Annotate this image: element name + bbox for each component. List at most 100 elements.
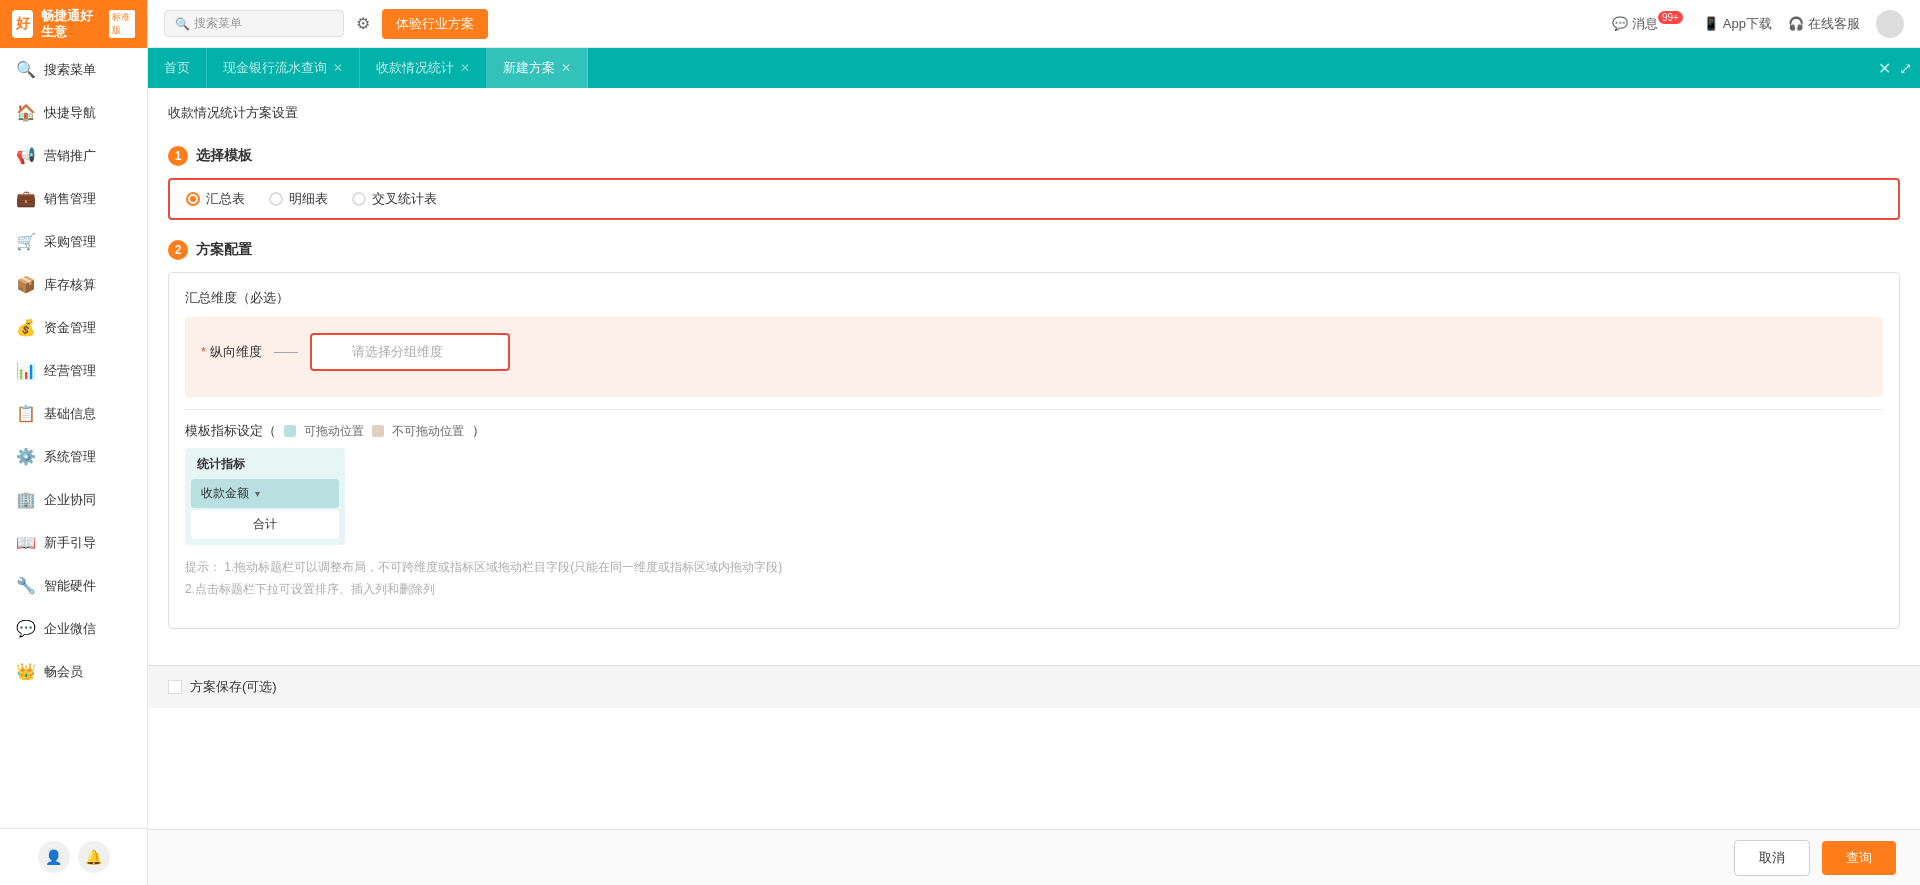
- metrics-header: 模板指标设定（ 可拖动位置 不可拖动位置 ）: [185, 422, 1883, 440]
- user-avatar[interactable]: [1876, 10, 1904, 38]
- step1-number: 1: [168, 146, 188, 166]
- sidebar-item-7[interactable]: 📊经营管理: [0, 349, 147, 392]
- tab-1[interactable]: 现金银行流水查询 ✕: [207, 48, 360, 88]
- sidebar-item-5[interactable]: 📦 库存核算: [0, 263, 147, 306]
- content-area: 收款情况统计方案设置 1 选择模板 汇总表 明细表: [148, 88, 1920, 829]
- sidebar-icon-3: 💼: [16, 189, 36, 208]
- sidebar-icon-0: 🔍: [16, 60, 36, 79]
- step2-header: 2 方案配置: [168, 240, 1900, 260]
- close-window-icon[interactable]: ✕: [1878, 59, 1891, 78]
- sidebar-label-3: 销售管理: [44, 190, 96, 208]
- metrics-table: 统计指标 收款金额 ▾ 合计: [185, 448, 345, 545]
- sidebar-nav: 🔍搜索菜单 🏠 快捷导航 📢营销推广 💼 销售管理 🛒采购管理 📦 库存核算 💰资金管理📊经营管理…: [0, 48, 147, 828]
- cancel-button[interactable]: 取消: [1734, 840, 1810, 876]
- sidebar-label-9: 系统管理: [44, 448, 96, 466]
- step2-title: 方案配置: [196, 241, 252, 259]
- tab-close-2[interactable]: ✕: [460, 61, 470, 75]
- sidebar-icon-11: 📖: [16, 533, 36, 552]
- sidebar-label-13: 企业微信: [44, 620, 96, 638]
- tab-close-3[interactable]: ✕: [561, 61, 571, 75]
- settings-icon[interactable]: ⚙: [356, 14, 370, 33]
- sidebar-footer: 👤 🔔: [0, 828, 147, 885]
- tab-0[interactable]: 首页: [148, 48, 207, 88]
- edition-badge: 标准版: [109, 10, 136, 38]
- save-checkbox[interactable]: [168, 680, 182, 694]
- sidebar-icon-8: 📋: [16, 404, 36, 423]
- sidebar-item-8[interactable]: 📋 基础信息: [0, 392, 147, 435]
- hint-area: 提示： 1.拖动标题栏可以调整布局，不可跨维度或指标区域拖动栏目字段(只能在同一…: [185, 545, 1883, 612]
- sidebar-item-6[interactable]: 💰资金管理: [0, 306, 147, 349]
- tabbar: 首页 现金银行流水查询 ✕ 收款情况统计 ✕ 新建方案 ✕ ✕ ⤢: [148, 48, 1920, 88]
- topbar: 🔍 搜索菜单 ⚙ 体验行业方案 💬 消息 99+ 📱 App下载 🎧 在线客服: [148, 0, 1920, 48]
- sidebar-item-1[interactable]: 🏠 快捷导航: [0, 91, 147, 134]
- sidebar-label-7: 经营管理: [44, 362, 96, 380]
- sidebar: 好 畅捷通好生意 标准版 🔍搜索菜单🏠快捷导航📢营销推广💼销售管理🛒采购管理📦库…: [0, 0, 148, 885]
- radio-dot-cross: [352, 192, 366, 206]
- sidebar-label-14: 畅会员: [44, 663, 83, 681]
- radio-cross[interactable]: 交叉统计表: [352, 190, 437, 208]
- solution-button[interactable]: 体验行业方案: [382, 9, 488, 39]
- tab-label-2: 收款情况统计: [376, 59, 454, 77]
- query-button[interactable]: 查询: [1822, 841, 1896, 875]
- radio-detail-label: 明细表: [289, 190, 328, 208]
- metrics-label: 模板指标设定（: [185, 422, 276, 440]
- tab-label-0: 首页: [164, 59, 190, 77]
- radio-cross-label: 交叉统计表: [372, 190, 437, 208]
- sidebar-label-5: 库存核算: [44, 276, 96, 294]
- tab-3[interactable]: 新建方案 ✕: [487, 48, 588, 88]
- step1-title: 选择模板: [196, 147, 252, 165]
- maximize-icon[interactable]: ⤢: [1899, 59, 1912, 78]
- step2-number: 2: [168, 240, 188, 260]
- sidebar-item-3[interactable]: 💼 销售管理: [0, 177, 147, 220]
- arrow-icon: ——: [274, 345, 298, 359]
- logo-text: 畅捷通好生意: [41, 8, 100, 39]
- dim-placeholder[interactable]: 请选择分组维度: [310, 333, 510, 371]
- sidebar-item-13[interactable]: 💬企业微信: [0, 607, 147, 650]
- page-title: 收款情况统计方案设置: [168, 104, 1900, 130]
- sidebar-item-10[interactable]: 🏢 企业协同: [0, 478, 147, 521]
- tab-close-1[interactable]: ✕: [333, 61, 343, 75]
- metric-total: 合计: [191, 510, 339, 539]
- sidebar-label-10: 企业协同: [44, 491, 96, 509]
- download-item[interactable]: 📱 App下载: [1703, 15, 1772, 33]
- sidebar-label-6: 资金管理: [44, 319, 96, 337]
- sidebar-icon-5: 📦: [16, 275, 36, 294]
- sidebar-item-2[interactable]: 📢营销推广: [0, 134, 147, 177]
- sidebar-icon-1: 🏠: [16, 103, 36, 122]
- metric-tag-amount[interactable]: 收款金额 ▾: [191, 479, 339, 508]
- radio-dot-summary: [186, 192, 200, 206]
- sidebar-item-12[interactable]: 🔧智能硬件: [0, 564, 147, 607]
- tab-label-1: 现金银行流水查询: [223, 59, 327, 77]
- step2-section: 2 方案配置 汇总维度（必选） * 纵向维度 ——: [168, 240, 1900, 629]
- footer-icon-2[interactable]: 🔔: [78, 841, 110, 873]
- message-item[interactable]: 💬 消息 99+: [1612, 15, 1687, 33]
- message-badge: 99+: [1658, 11, 1683, 24]
- sidebar-item-9[interactable]: ⚙️系统管理: [0, 435, 147, 478]
- tab-label-3: 新建方案: [503, 59, 555, 77]
- radio-summary-label: 汇总表: [206, 190, 245, 208]
- hint-line-2: 2.点击标题栏下拉可设置排序、插入列和删除列: [185, 579, 1883, 601]
- sidebar-icon-10: 🏢: [16, 490, 36, 509]
- topbar-right: 💬 消息 99+ 📱 App下载 🎧 在线客服: [1612, 10, 1904, 38]
- sidebar-label-1: 快捷导航: [44, 104, 96, 122]
- service-item[interactable]: 🎧 在线客服: [1788, 15, 1860, 33]
- topbar-search[interactable]: 🔍 搜索菜单: [164, 10, 344, 37]
- step1-section: 1 选择模板 汇总表 明细表 交叉统计表: [168, 146, 1900, 220]
- sidebar-item-11[interactable]: 📖 新手引导: [0, 521, 147, 564]
- metric-tag-label: 收款金额: [201, 485, 249, 502]
- radio-summary[interactable]: 汇总表: [186, 190, 245, 208]
- vertical-dim-label: * 纵向维度: [201, 343, 262, 361]
- sidebar-item-4[interactable]: 🛒采购管理: [0, 220, 147, 263]
- footer-icon-1[interactable]: 👤: [38, 841, 70, 873]
- sidebar-item-14[interactable]: 👑畅会员: [0, 650, 147, 693]
- sidebar-item-0[interactable]: 🔍搜索菜单: [0, 48, 147, 91]
- service-icon: 🎧: [1788, 16, 1804, 31]
- bottom-bar: 取消 查询: [148, 829, 1920, 885]
- radio-detail[interactable]: 明细表: [269, 190, 328, 208]
- tab-2[interactable]: 收款情况统计 ✕: [360, 48, 487, 88]
- sidebar-label-11: 新手引导: [44, 534, 96, 552]
- sidebar-label-8: 基础信息: [44, 405, 96, 423]
- draggable-legend: 可拖动位置: [284, 423, 364, 440]
- config-section: 汇总维度（必选） * 纵向维度 —— 请选择分组维度: [168, 272, 1900, 629]
- message-label: 消息: [1632, 15, 1658, 33]
